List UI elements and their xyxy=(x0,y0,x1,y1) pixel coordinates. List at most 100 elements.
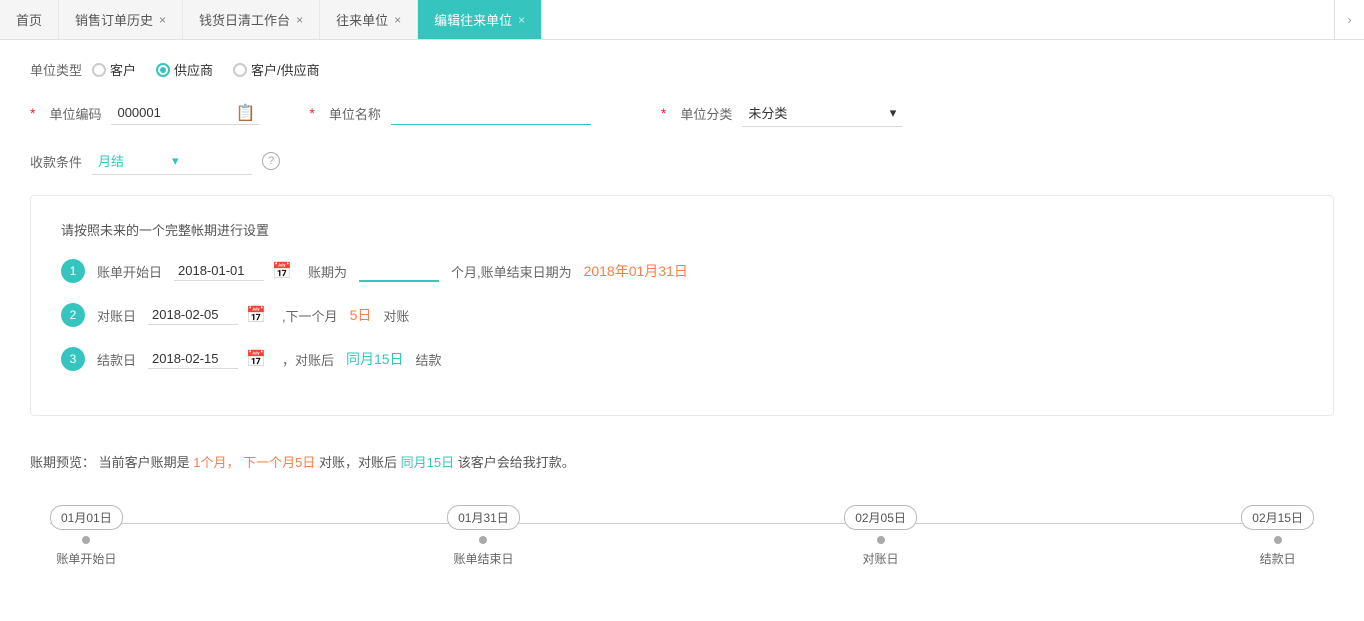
close-icon[interactable]: × xyxy=(394,13,401,27)
radio-both-label: 客户/供应商 xyxy=(251,60,320,79)
row-1-period-prefix: 账期为 xyxy=(308,262,347,281)
radio-circle-supplier xyxy=(156,63,170,77)
node-label-2: 对账日 xyxy=(863,550,899,567)
timeline-node-2: 02月05日 对账日 xyxy=(844,505,917,567)
preview-text-mid2: 对账，对账后 xyxy=(319,455,397,470)
unit-class-label: 单位分类 xyxy=(680,104,732,123)
timeline-node-0: 01月01日 账单开始日 xyxy=(50,505,123,567)
preview-section: 账期预览： 当前客户账期是 1个月， 下一个月5日 对账，对账后 同月15日 该… xyxy=(30,436,1334,601)
payment-terms-label: 收款条件 xyxy=(30,152,82,171)
row-1-period-unit: 个月,账单结束日期为 xyxy=(451,262,572,281)
unit-name-input[interactable]: 河南供应商22 xyxy=(391,101,591,125)
radio-customer[interactable]: 客户 xyxy=(92,60,136,79)
node-circle-3 xyxy=(1274,536,1282,544)
required-star-name: * xyxy=(309,105,314,121)
node-circle-1 xyxy=(479,536,487,544)
node-bubble-3: 02月15日 xyxy=(1241,505,1314,530)
radio-supplier-label: 供应商 xyxy=(174,60,213,79)
unit-class-value: 未分类 xyxy=(748,103,787,122)
unit-info-row: * 单位编码 📋 * 单位名称 河南供应商22 * 单位分类 未分类 ▾ xyxy=(30,99,1334,127)
close-icon[interactable]: × xyxy=(159,13,166,27)
node-circle-0 xyxy=(82,536,90,544)
required-star-class: * xyxy=(661,105,666,121)
tab-home[interactable]: 首页 xyxy=(0,0,59,39)
unit-type-radio-group: 客户 供应商 客户/供应商 xyxy=(92,60,320,79)
tab-cash-work-label: 钱货日清工作台 xyxy=(199,10,290,29)
unit-class-arrow: ▾ xyxy=(890,105,897,121)
preview-text: 账期预览： 当前客户账期是 1个月， 下一个月5日 对账，对账后 同月15日 该… xyxy=(30,452,1334,471)
payment-terms-row: 收款条件 月结 ▾ ? xyxy=(30,147,1334,175)
row-1-date-wrapper: 2018-01-01 📅 xyxy=(174,261,296,281)
radio-both[interactable]: 客户/供应商 xyxy=(233,60,320,79)
unit-type-row: 单位类型 客户 供应商 客户/供应商 xyxy=(30,60,1334,79)
radio-circle-customer xyxy=(92,63,106,77)
row-2-calendar-icon[interactable]: 📅 xyxy=(242,305,270,325)
node-label-3: 结款日 xyxy=(1260,550,1296,567)
row-3-suffix-before: ，对账后 xyxy=(282,350,334,369)
tab-edit-partner-unit-label: 编辑往来单位 xyxy=(434,10,512,29)
payment-terms-arrow: ▾ xyxy=(172,153,246,169)
preview-highlight1: 1个月， xyxy=(193,455,239,470)
timeline-nodes: 01月01日 账单开始日 01月31日 账单结束日 xyxy=(50,505,1314,575)
close-icon[interactable]: × xyxy=(296,13,303,27)
main-content: 单位类型 客户 供应商 客户/供应商 * 单位编码 📋 * 单位名称 河南供 xyxy=(0,40,1364,621)
timeline-node-3: 02月15日 结款日 xyxy=(1241,505,1314,567)
timeline-node-1: 01月31日 账单结束日 xyxy=(447,505,520,567)
unit-code-field-wrapper: 📋 xyxy=(111,101,259,125)
tab-bar: 首页 销售订单历史 × 钱货日清工作台 × 往来单位 × 编辑往来单位 × › xyxy=(0,0,1364,40)
preview-label: 账期预览： xyxy=(30,455,95,470)
preview-text-mid: 下一个月5日 xyxy=(243,455,315,470)
unit-name-label: 单位名称 xyxy=(329,104,381,123)
tab-scroll-right[interactable]: › xyxy=(1334,0,1364,39)
radio-supplier[interactable]: 供应商 xyxy=(156,60,213,79)
node-circle-2 xyxy=(877,536,885,544)
tab-sales-order-history-label: 销售订单历史 xyxy=(75,10,153,29)
tab-partner-unit[interactable]: 往来单位 × xyxy=(320,0,418,39)
row-number-3: 3 xyxy=(61,347,85,371)
radio-circle-both xyxy=(233,63,247,77)
unit-code-label: 单位编码 xyxy=(49,104,101,123)
radio-customer-label: 客户 xyxy=(110,60,136,79)
row-2-date-wrapper: 2018-02-05 📅 xyxy=(148,305,270,325)
node-bubble-0: 01月01日 xyxy=(50,505,123,530)
payment-terms-select[interactable]: 月结 ▾ xyxy=(92,147,252,175)
period-input[interactable]: 1 xyxy=(359,261,439,282)
preview-text-end: 该客户会给我打款。 xyxy=(458,455,575,470)
row-2-highlight: 5日 xyxy=(350,305,372,325)
row-2-label: 对账日 xyxy=(97,306,136,325)
settings-row-3: 3 结款日 2018-02-15 📅 ，对账后 同月15日 结款 xyxy=(61,347,1303,371)
row-2-suffix-after: 对账 xyxy=(383,306,409,325)
settings-title: 请按照未来的一个完整帐期进行设置 xyxy=(61,220,1303,239)
unit-code-input[interactable] xyxy=(111,101,231,124)
tab-home-label: 首页 xyxy=(16,10,42,29)
close-icon[interactable]: × xyxy=(518,13,525,27)
row-2-suffix-before: ,下一个月 xyxy=(282,306,338,325)
required-star-code: * xyxy=(30,105,35,121)
node-bubble-2: 02月05日 xyxy=(844,505,917,530)
row-number-2: 2 xyxy=(61,303,85,327)
preview-highlight2: 同月15日 xyxy=(401,455,454,470)
row-3-date-wrapper: 2018-02-15 📅 xyxy=(148,349,270,369)
row-1-label: 账单开始日 xyxy=(97,262,162,281)
row-3-date: 2018-02-15 xyxy=(148,349,238,369)
row-number-1: 1 xyxy=(61,259,85,283)
tab-cash-work[interactable]: 钱货日清工作台 × xyxy=(183,0,320,39)
unit-class-select[interactable]: 未分类 ▾ xyxy=(742,99,902,127)
tab-partner-unit-label: 往来单位 xyxy=(336,10,388,29)
tab-sales-order-history[interactable]: 销售订单历史 × xyxy=(59,0,183,39)
row-3-suffix-after: 结款 xyxy=(416,350,442,369)
help-icon[interactable]: ? xyxy=(262,152,280,170)
row-3-calendar-icon[interactable]: 📅 xyxy=(242,349,270,369)
payment-terms-value: 月结 xyxy=(98,151,172,170)
node-label-1: 账单结束日 xyxy=(453,550,513,567)
node-label-0: 账单开始日 xyxy=(56,550,116,567)
node-bubble-1: 01月31日 xyxy=(447,505,520,530)
unit-code-copy-icon[interactable]: 📋 xyxy=(231,103,259,123)
row-3-label: 结款日 xyxy=(97,350,136,369)
row-3-highlight: 同月15日 xyxy=(346,349,404,369)
timeline-wrapper: 01月01日 账单开始日 01月31日 账单结束日 xyxy=(30,495,1334,585)
row-2-date: 2018-02-05 xyxy=(148,305,238,325)
row-1-calendar-icon[interactable]: 📅 xyxy=(268,261,296,281)
row-1-date: 2018-01-01 xyxy=(174,261,264,281)
tab-edit-partner-unit[interactable]: 编辑往来单位 × xyxy=(418,0,542,39)
